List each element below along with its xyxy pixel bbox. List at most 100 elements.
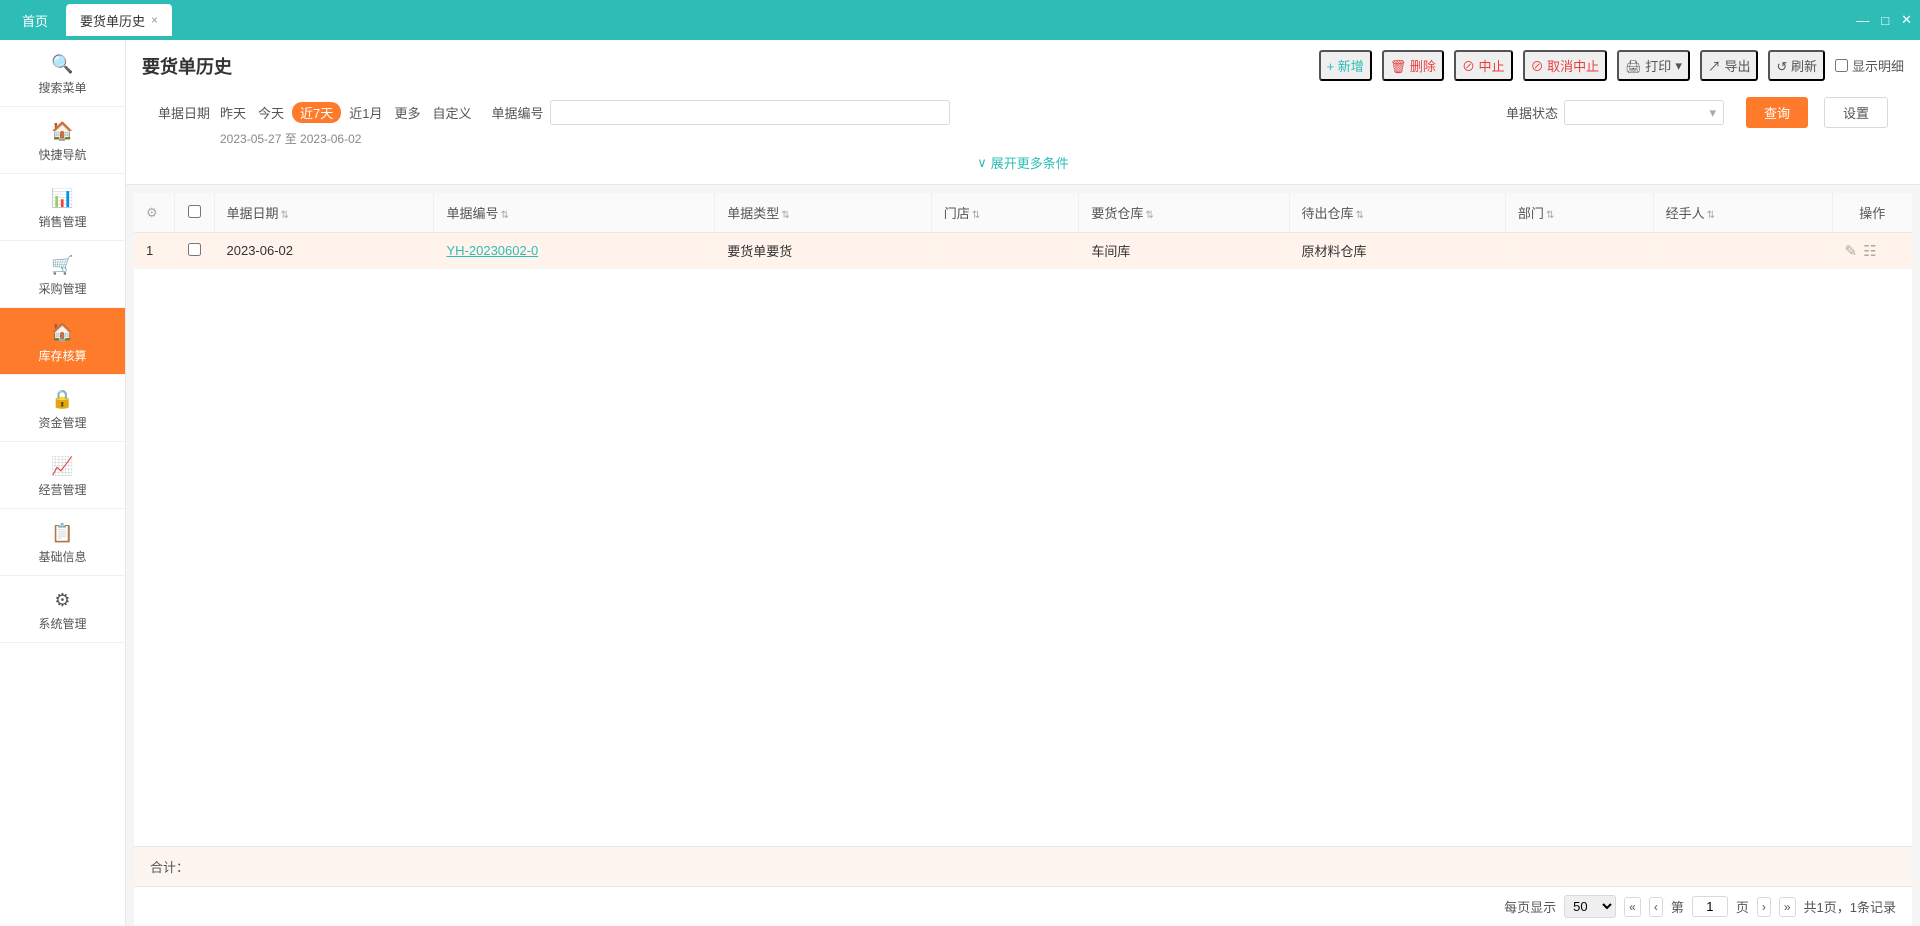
sidebar-item-purchase[interactable]: 🛒 采购管理 <box>0 241 125 308</box>
col-department: 部门⇅ <box>1505 193 1653 233</box>
date-custom[interactable]: 自定义 <box>429 102 476 123</box>
col-settings: ⚙ <box>134 193 174 233</box>
date-today[interactable]: 今天 <box>254 102 288 123</box>
operation-icon: 📈 <box>51 456 73 477</box>
tab-bill-history-close[interactable]: × <box>151 13 158 27</box>
bill-no-label: 单据编号 <box>492 103 544 122</box>
row-date: 2023-06-02 <box>214 233 434 269</box>
print-chevron-icon[interactable]: ▾ <box>1675 58 1682 74</box>
col-store-sort[interactable]: ⇅ <box>972 210 980 221</box>
bill-no-filter: 单据编号 <box>492 100 1490 125</box>
page-number-input[interactable] <box>1692 896 1728 917</box>
setting-button[interactable]: 设置 <box>1824 97 1888 128</box>
prev-page-btn[interactable]: ‹ <box>1649 897 1663 917</box>
add-button[interactable]: + 新增 <box>1319 50 1372 81</box>
col-request-warehouse-label: 要货仓库 <box>1091 206 1143 221</box>
date-7days[interactable]: 近7天 <box>292 102 341 123</box>
row-department <box>1505 233 1653 269</box>
date-filter-label: 单据日期 <box>158 103 210 122</box>
col-action: 操作 <box>1832 193 1912 233</box>
col-request-warehouse-sort[interactable]: ⇅ <box>1145 210 1153 221</box>
sidebar-item-sales[interactable]: 📊 销售管理 <box>0 174 125 241</box>
bill-no-input[interactable] <box>550 100 950 125</box>
col-bill-no: 单据编号⇅ <box>434 193 715 233</box>
sidebar-item-shortcut[interactable]: 🏠 快捷导航 <box>0 107 125 174</box>
col-bill-type-label: 单据类型 <box>727 206 779 221</box>
status-select[interactable] <box>1564 100 1724 125</box>
last-page-btn[interactable]: » <box>1779 897 1796 917</box>
refresh-button[interactable]: ↺ 刷新 <box>1768 50 1825 81</box>
row-edit-icon[interactable]: ✎ <box>1845 242 1858 260</box>
date-1month[interactable]: 近1月 <box>345 102 386 123</box>
row-bill-no-link[interactable]: YH-20230602-0 <box>446 243 538 258</box>
window-max-btn[interactable]: □ <box>1881 13 1889 28</box>
sidebar-item-operation[interactable]: 📈 经营管理 <box>0 442 125 509</box>
delete-button[interactable]: 🗑 删除 <box>1382 50 1444 81</box>
sidebar-item-finance[interactable]: 🔒 资金管理 <box>0 375 125 442</box>
sidebar-item-purchase-label: 采购管理 <box>38 280 86 297</box>
content-area: 要货单历史 + 新增 🗑 删除 ⊘ 中止 ⊘ 取消中止 🖨 打印 ▾ ↗ 导出 … <box>126 40 1920 926</box>
row-handler <box>1653 233 1832 269</box>
data-table: ⚙ 单据日期⇅ 单据编号⇅ 单 <box>134 193 1912 269</box>
settings-gear-icon[interactable]: ⚙ <box>146 205 158 220</box>
sidebar-item-shortcut-label: 快捷导航 <box>38 146 86 163</box>
expand-more-button[interactable]: ∨ 展开更多条件 <box>977 153 1069 172</box>
window-close-btn[interactable]: ✕ <box>1901 12 1912 28</box>
col-pending-warehouse-sort[interactable]: ⇅ <box>1356 210 1364 221</box>
row-actions: ✎ ☷ <box>1832 233 1912 269</box>
toolbar: + 新增 🗑 删除 ⊘ 中止 ⊘ 取消中止 🖨 打印 ▾ ↗ 导出 ↺ 刷新 显… <box>1319 50 1904 81</box>
col-request-warehouse: 要货仓库⇅ <box>1079 193 1289 233</box>
page-title: 要货单历史 <box>142 53 232 79</box>
col-bill-type-sort[interactable]: ⇅ <box>781 210 789 221</box>
chevron-down-icon: ∨ <box>977 155 987 171</box>
page-title-row: 要货单历史 + 新增 🗑 删除 ⊘ 中止 ⊘ 取消中止 🖨 打印 ▾ ↗ 导出 … <box>142 50 1904 81</box>
display-detail-label: 显示明细 <box>1852 56 1904 75</box>
stop-button[interactable]: ⊘ 中止 <box>1454 50 1513 81</box>
print-button[interactable]: 🖨 打印 ▾ <box>1617 50 1690 81</box>
export-button[interactable]: ↗ 导出 <box>1700 50 1759 81</box>
col-department-sort[interactable]: ⇅ <box>1546 210 1554 221</box>
col-date-sort[interactable]: ⇅ <box>281 210 289 221</box>
col-handler-label: 经手人 <box>1666 206 1705 221</box>
sales-icon: 📊 <box>51 188 73 209</box>
select-all-checkbox[interactable] <box>188 205 201 218</box>
date-more[interactable]: 更多 <box>391 102 425 123</box>
sidebar-item-search[interactable]: 🔍 搜索菜单 <box>0 40 125 107</box>
next-page-btn[interactable]: › <box>1757 897 1771 917</box>
filter-row: 单据日期 昨天 今天 近7天 近1月 更多 自定义 单据编号 <box>158 97 1888 128</box>
date-yesterday[interactable]: 昨天 <box>216 102 250 123</box>
cancel-stop-button[interactable]: ⊘ 取消中止 <box>1523 50 1608 81</box>
row-store <box>931 233 1079 269</box>
window-min-btn[interactable]: — <box>1856 13 1869 28</box>
sidebar-item-basic[interactable]: 📋 基础信息 <box>0 509 125 576</box>
col-handler-sort[interactable]: ⇅ <box>1707 210 1715 221</box>
row-checkbox[interactable] <box>188 243 201 256</box>
sidebar-item-system-label: 系统管理 <box>38 615 86 632</box>
top-bar: 首页 要货单历史 × — □ ✕ <box>0 0 1920 40</box>
sidebar-item-sales-label: 销售管理 <box>38 213 86 230</box>
tab-home[interactable]: 首页 <box>8 4 62 36</box>
query-button[interactable]: 查询 <box>1746 97 1808 128</box>
row-index: 1 <box>134 233 174 269</box>
pagination: 每页显示 50 10 20 100 « ‹ 第 页 › » 共1页，1条记录 <box>134 886 1912 926</box>
search-icon: 🔍 <box>51 54 73 75</box>
content-inner: ⚙ 单据日期⇅ 单据编号⇅ 单 <box>126 185 1920 926</box>
row-detail-icon[interactable]: ☷ <box>1863 242 1876 260</box>
col-bill-no-sort[interactable]: ⇅ <box>501 210 509 221</box>
sidebar-item-operation-label: 经营管理 <box>38 481 86 498</box>
col-checkbox <box>174 193 214 233</box>
row-bill-no: YH-20230602-0 <box>434 233 715 269</box>
display-detail-toggle[interactable]: 显示明细 <box>1835 56 1904 75</box>
per-page-select[interactable]: 50 10 20 100 <box>1564 895 1616 918</box>
col-pending-warehouse-label: 待出仓库 <box>1302 206 1354 221</box>
filter-area: 单据日期 昨天 今天 近7天 近1月 更多 自定义 单据编号 <box>142 89 1904 184</box>
sidebar-item-system[interactable]: ⚙ 系统管理 <box>0 576 125 643</box>
first-page-btn[interactable]: « <box>1624 897 1641 917</box>
tab-home-label: 首页 <box>22 11 48 30</box>
status-filter: 单据状态 <box>1506 100 1730 125</box>
tab-bill-history[interactable]: 要货单历史 × <box>66 4 172 36</box>
col-bill-type: 单据类型⇅ <box>715 193 931 233</box>
sidebar-item-inventory[interactable]: 🏠 库存核算 <box>0 308 125 375</box>
display-detail-checkbox[interactable] <box>1835 59 1848 72</box>
page-label: 第 <box>1671 897 1684 916</box>
